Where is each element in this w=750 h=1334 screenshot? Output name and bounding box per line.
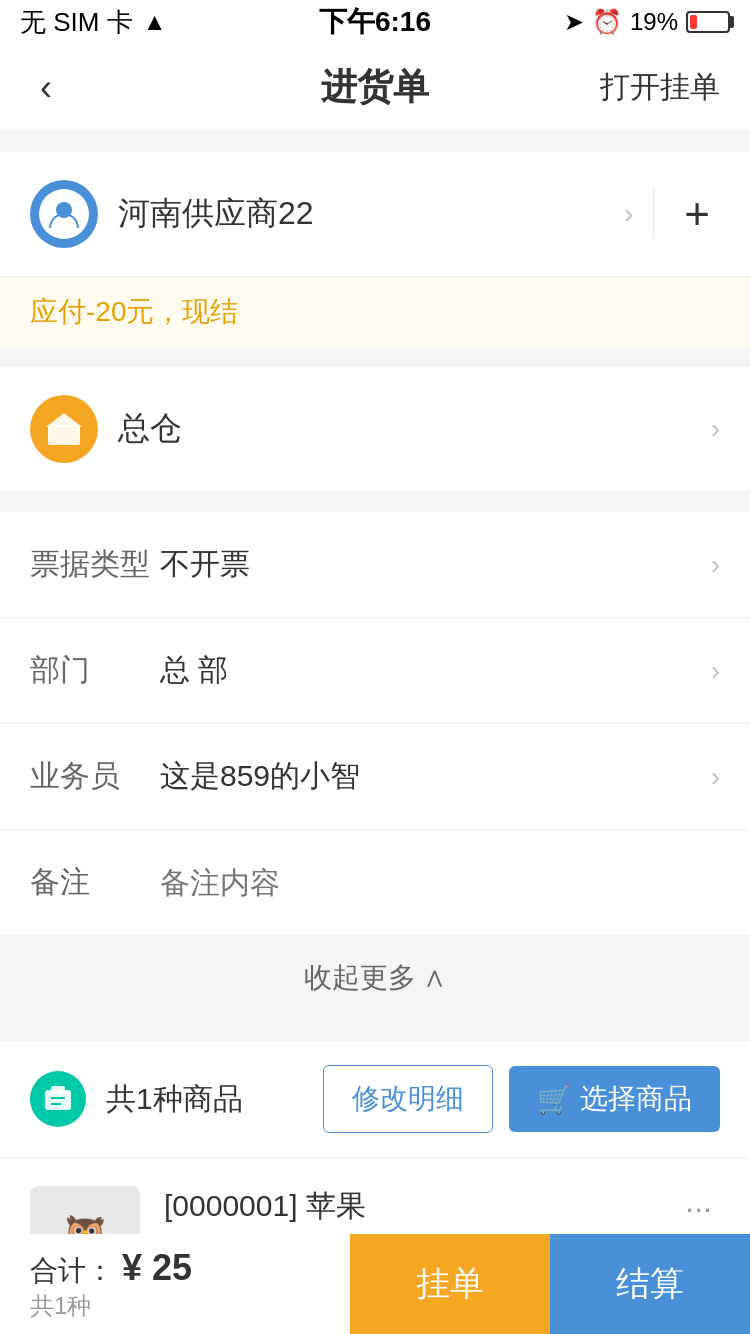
wifi-icon: ▲ bbox=[143, 8, 167, 36]
product-name: [0000001] 苹果 bbox=[164, 1186, 653, 1227]
warehouse-section: 总仓 › bbox=[0, 367, 750, 491]
svg-rect-4 bbox=[51, 1086, 65, 1094]
bill-type-value: 不开票 bbox=[160, 544, 711, 585]
supplier-section: 河南供应商22 › + 应付-20元，现结 bbox=[0, 152, 750, 347]
nav-bar: ‹ 进货单 打开挂单 bbox=[0, 44, 750, 132]
collapse-label: 收起更多 ∧ bbox=[304, 959, 447, 997]
supplier-chevron-icon: › bbox=[624, 198, 633, 230]
bill-type-row[interactable]: 票据类型 不开票 › bbox=[0, 511, 750, 617]
alarm-icon: ⏰ bbox=[592, 8, 622, 36]
department-value: 总 部 bbox=[160, 650, 711, 691]
status-left: 无 SIM 卡 ▲ bbox=[20, 5, 166, 40]
product-header-icon bbox=[30, 1071, 86, 1127]
remark-label: 备注 bbox=[30, 862, 160, 903]
product-header: 共1种商品 修改明细 🛒 选择商品 bbox=[0, 1041, 750, 1158]
department-label: 部门 bbox=[30, 650, 160, 691]
supplier-row[interactable]: 河南供应商22 › + bbox=[0, 152, 750, 277]
salesman-label: 业务员 bbox=[30, 756, 160, 797]
remark-row[interactable]: 备注 bbox=[0, 829, 750, 935]
open-pending-button[interactable]: 打开挂单 bbox=[600, 67, 720, 108]
warehouse-chevron-icon: › bbox=[711, 413, 720, 445]
section-divider-4 bbox=[0, 1021, 750, 1041]
battery-fill bbox=[690, 15, 697, 29]
bill-type-label: 票据类型 bbox=[30, 544, 160, 585]
total-amount: ¥ 25 bbox=[122, 1247, 192, 1289]
section-divider-1 bbox=[0, 132, 750, 152]
department-chevron-icon: › bbox=[711, 655, 720, 687]
salesman-value: 这是859的小智 bbox=[160, 756, 711, 797]
bill-type-chevron-icon: › bbox=[711, 549, 720, 581]
section-divider-3 bbox=[0, 491, 750, 511]
supplier-notice: 应付-20元，现结 bbox=[0, 277, 750, 347]
remark-input[interactable] bbox=[160, 866, 720, 900]
total-sub: 共1种 bbox=[30, 1290, 320, 1322]
warehouse-name: 总仓 bbox=[118, 407, 711, 451]
product-count: 共1种商品 bbox=[106, 1079, 323, 1120]
select-product-label: 选择商品 bbox=[580, 1080, 692, 1118]
total-label-row: 合计： ¥ 25 bbox=[30, 1247, 320, 1290]
checkout-button[interactable]: 结算 bbox=[550, 1234, 750, 1334]
product-title: 苹果 bbox=[306, 1189, 366, 1222]
svg-marker-2 bbox=[46, 413, 82, 427]
department-row[interactable]: 部门 总 部 › bbox=[0, 617, 750, 723]
add-supplier-button[interactable]: + bbox=[674, 189, 720, 239]
supplier-vertical-divider bbox=[653, 189, 654, 239]
battery-percent: 19% bbox=[630, 8, 678, 36]
product-more-button[interactable]: ··· bbox=[677, 1186, 720, 1231]
product-code: [0000001] bbox=[164, 1189, 297, 1222]
modify-detail-button[interactable]: 修改明细 bbox=[323, 1065, 493, 1133]
select-product-icon: 🛒 bbox=[537, 1083, 572, 1116]
page-title: 进货单 bbox=[321, 63, 429, 112]
bottom-bar: 合计： ¥ 25 共1种 挂单 结算 bbox=[0, 1234, 750, 1334]
section-divider-2 bbox=[0, 347, 750, 367]
select-product-button[interactable]: 🛒 选择商品 bbox=[509, 1066, 720, 1132]
status-bar: 无 SIM 卡 ▲ 下午6:16 ➤ ⏰ 19% bbox=[0, 0, 750, 44]
supplier-name: 河南供应商22 bbox=[118, 192, 614, 236]
salesman-chevron-icon: › bbox=[711, 761, 720, 793]
collapse-row[interactable]: 收起更多 ∧ bbox=[0, 935, 750, 1021]
form-section: 票据类型 不开票 › 部门 总 部 › 业务员 这是859的小智 › 备注 bbox=[0, 511, 750, 935]
pending-button[interactable]: 挂单 bbox=[350, 1234, 550, 1334]
supplier-avatar bbox=[30, 180, 98, 248]
supplier-avatar-inner bbox=[39, 189, 89, 239]
total-section: 合计： ¥ 25 共1种 bbox=[0, 1234, 350, 1334]
carrier-label: 无 SIM 卡 bbox=[20, 5, 133, 40]
location-icon: ➤ bbox=[564, 8, 584, 36]
total-label: 合计： bbox=[30, 1252, 114, 1290]
battery-icon bbox=[686, 11, 730, 33]
warehouse-icon bbox=[30, 395, 98, 463]
svg-rect-1 bbox=[48, 425, 80, 445]
salesman-row[interactable]: 业务员 这是859的小智 › bbox=[0, 723, 750, 829]
back-button[interactable]: ‹ bbox=[30, 57, 62, 119]
warehouse-row[interactable]: 总仓 › bbox=[0, 367, 750, 491]
status-time: 下午6:16 bbox=[319, 3, 431, 41]
status-right: ➤ ⏰ 19% bbox=[564, 8, 730, 36]
